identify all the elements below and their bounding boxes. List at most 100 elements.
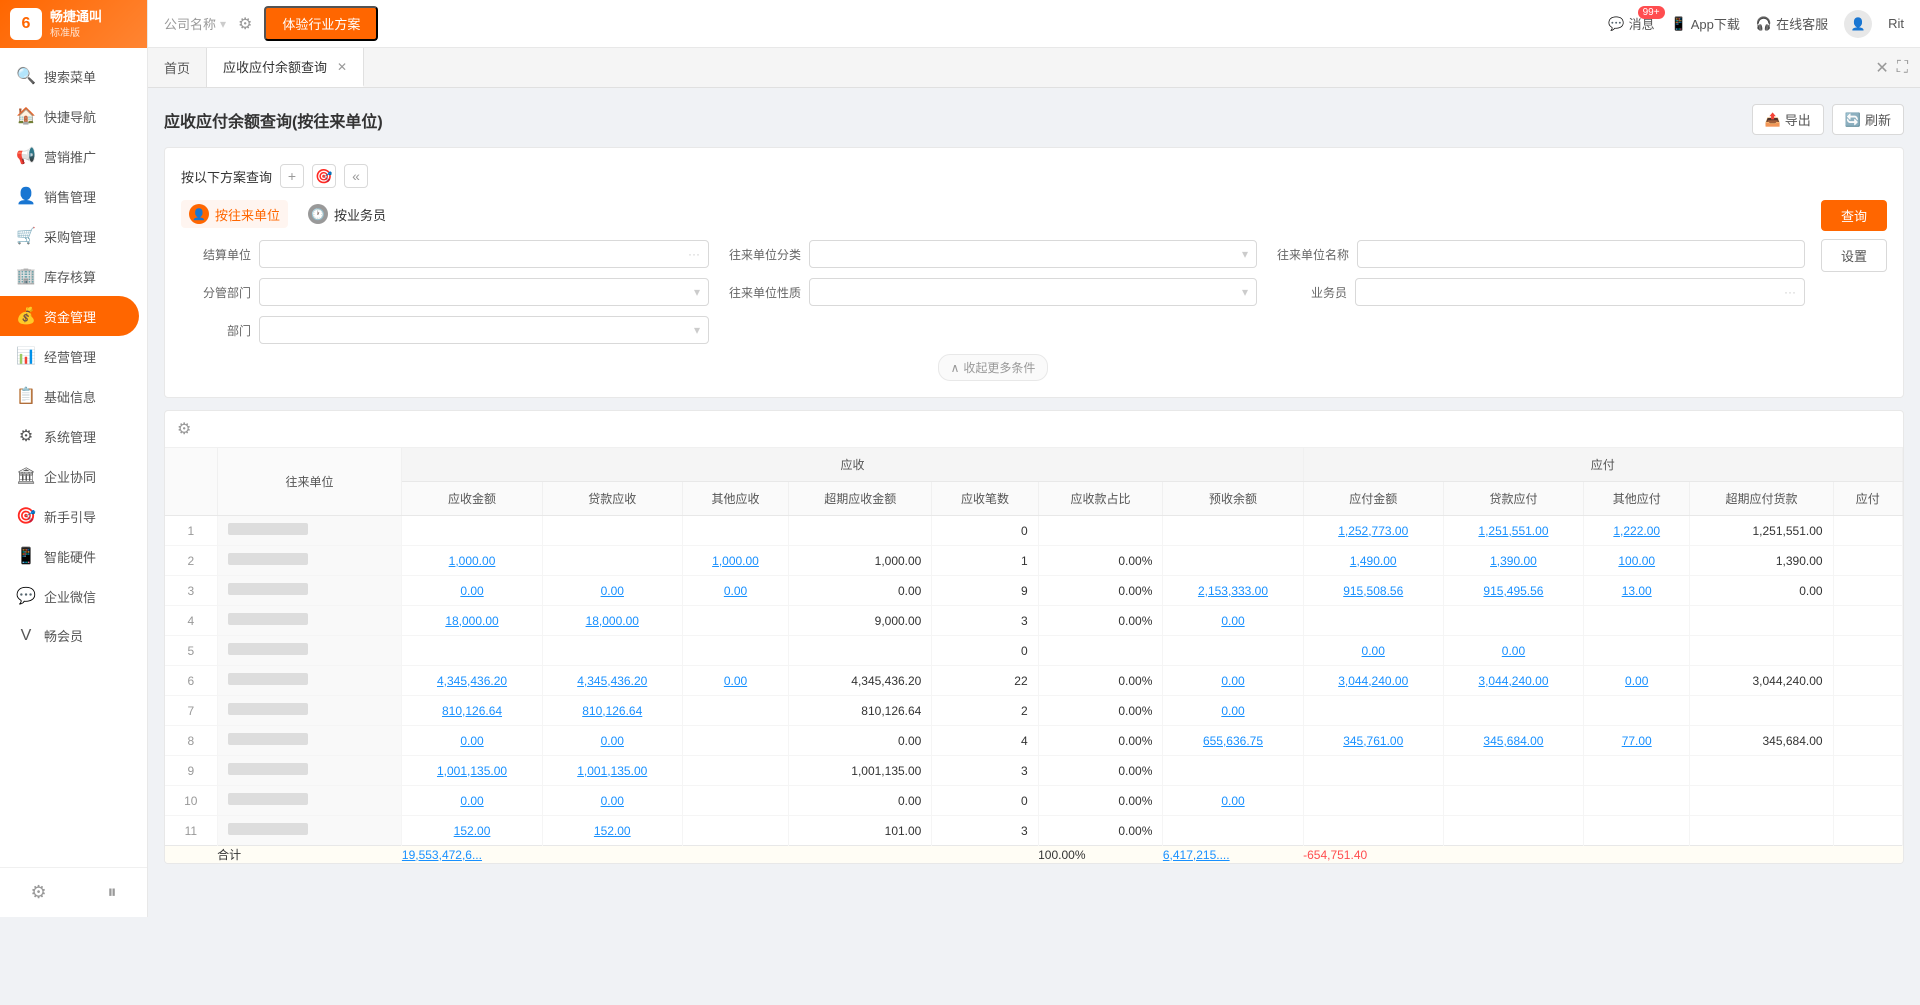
cell-recv-loan[interactable]: 18,000.00 <box>542 606 682 636</box>
cell-recv-amount[interactable]: 0.00 <box>402 726 542 756</box>
scheme-by-salesman[interactable]: 🕐 按业务员 <box>300 200 394 228</box>
cell-recv-amount[interactable]: 1,000.00 <box>402 546 542 576</box>
scheme-by-partner[interactable]: 👤 按往来单位 <box>181 200 288 228</box>
setting-button[interactable]: 设置 <box>1821 239 1887 272</box>
cell-recv-other[interactable]: 0.00 <box>682 576 788 606</box>
avatar[interactable]: 👤 <box>1844 10 1872 38</box>
settings-footer-btn[interactable]: ⚙ <box>18 876 58 909</box>
filter-dept-mgr-input[interactable]: ▾ <box>259 278 709 306</box>
cell-prepaid[interactable]: 0.00 <box>1163 696 1303 726</box>
total-prepaid[interactable]: 6,417,215.... <box>1163 846 1303 864</box>
query-button[interactable]: 查询 <box>1821 200 1887 231</box>
tab-expand-icon[interactable]: ⛶ <box>1897 59 1908 77</box>
cell-recv-amount[interactable]: 0.00 <box>402 786 542 816</box>
sidebar-item-basic[interactable]: 📋基础信息 <box>0 376 147 416</box>
sidebar-item-search[interactable]: 🔍搜索菜单 <box>0 56 147 96</box>
sidebar-item-operations[interactable]: 📊经营管理 <box>0 336 147 376</box>
cell-pay-loan[interactable]: 1,390.00 <box>1443 546 1583 576</box>
cell-recv-other[interactable]: 0.00 <box>682 666 788 696</box>
filter-salesman-input[interactable]: ··· <box>1355 278 1805 306</box>
sidebar-item-marketing[interactable]: 📢营销推广 <box>0 136 147 176</box>
cell-pay-loan[interactable]: 1,251,551.00 <box>1443 516 1583 546</box>
tab-home[interactable]: 首页 <box>148 48 207 87</box>
sidebar-item-wechat[interactable]: 💬企业微信 <box>0 576 147 616</box>
sidebar-item-purchase[interactable]: 🛒采购管理 <box>0 216 147 256</box>
cell-prepaid[interactable]: 655,636.75 <box>1163 726 1303 756</box>
sidebar-label-corp: 企业协同 <box>44 467 96 486</box>
topbar-gear-icon[interactable]: ⚙ <box>234 10 256 38</box>
sidebar-item-quicknav[interactable]: 🏠快捷导航 <box>0 96 147 136</box>
cell-recv-loan[interactable]: 1,001,135.00 <box>542 756 682 786</box>
tab-close-icon[interactable]: ✕ <box>337 60 347 74</box>
filter-add-btn[interactable]: + <box>280 164 304 188</box>
cell-recv-amount[interactable]: 0.00 <box>402 576 542 606</box>
cell-prepaid[interactable]: 0.00 <box>1163 666 1303 696</box>
cell-recv-amount[interactable]: 152.00 <box>402 816 542 846</box>
collapse-footer-btn[interactable]: ⏸ <box>96 876 129 909</box>
collapse-button[interactable]: ∧ 收起更多条件 <box>938 354 1049 381</box>
sidebar-item-member[interactable]: V畅会员 <box>0 616 147 655</box>
cell-pay-amount[interactable]: 3,044,240.00 <box>1303 666 1443 696</box>
service-button[interactable]: 🎧 在线客服 <box>1756 14 1828 33</box>
sidebar-item-system[interactable]: ⚙系统管理 <box>0 416 147 456</box>
cell-pay-loan[interactable]: 345,684.00 <box>1443 726 1583 756</box>
username[interactable]: Rit <box>1888 16 1904 31</box>
cell-recv-loan[interactable]: 0.00 <box>542 786 682 816</box>
cell-prepaid[interactable]: 0.00 <box>1163 606 1303 636</box>
cell-recv-loan[interactable]: 0.00 <box>542 576 682 606</box>
tab-receivable[interactable]: 应收应付余额查询 ✕ <box>207 48 364 87</box>
filter-label: 按以下方案查询 <box>181 167 272 186</box>
cell-recv-loan[interactable]: 152.00 <box>542 816 682 846</box>
filter-category-input[interactable]: ▾ <box>809 240 1257 268</box>
sidebar-icon-system: ⚙ <box>16 426 36 446</box>
export-button[interactable]: 📤 导出 <box>1752 104 1824 135</box>
cell-pay-amount[interactable]: 915,508.56 <box>1303 576 1443 606</box>
table-settings-icon[interactable]: ⚙ <box>177 419 191 439</box>
filter-dept-input[interactable]: ▾ <box>259 316 709 344</box>
sidebar-item-hardware[interactable]: 📱智能硬件 <box>0 536 147 576</box>
cell-recv-amount[interactable]: 1,001,135.00 <box>402 756 542 786</box>
refresh-button[interactable]: 🔄 刷新 <box>1832 104 1904 135</box>
filter-nature-input[interactable]: ▾ <box>809 278 1257 306</box>
total-recv-amount[interactable]: 19,553,472,6... <box>402 846 542 864</box>
sidebar-item-corp[interactable]: 🏛企业协同 <box>0 456 147 496</box>
cell-prepaid[interactable]: 0.00 <box>1163 786 1303 816</box>
cell-pay-other[interactable]: 0.00 <box>1584 666 1690 696</box>
cell-recv-amount[interactable]: 18,000.00 <box>402 606 542 636</box>
tab-close-all-icon[interactable]: ✕ <box>1875 58 1888 78</box>
cell-pay-other[interactable]: 77.00 <box>1584 726 1690 756</box>
sidebar-item-inventory[interactable]: 🏢库存核算 <box>0 256 147 296</box>
filter-collapse-left-btn[interactable]: « <box>344 164 368 188</box>
cell-pay-loan[interactable]: 0.00 <box>1443 636 1583 666</box>
cell-pay-amount[interactable]: 0.00 <box>1303 636 1443 666</box>
cell-pay-other[interactable]: 13.00 <box>1584 576 1690 606</box>
sidebar-item-guide[interactable]: 🎯新手引导 <box>0 496 147 536</box>
cell-pay-other[interactable]: 1,222.00 <box>1584 516 1690 546</box>
cell-recv-loan[interactable]: 810,126.64 <box>542 696 682 726</box>
cell-pay-other[interactable]: 100.00 <box>1584 546 1690 576</box>
cell-recv-amount[interactable]: 4,345,436.20 <box>402 666 542 696</box>
cell-pay-amount[interactable]: 1,490.00 <box>1303 546 1443 576</box>
cell-pay-amount[interactable]: 345,761.00 <box>1303 726 1443 756</box>
filter-target-btn[interactable]: 🎯 <box>312 164 336 188</box>
cell-pay-overdue <box>1690 756 1833 786</box>
scheme-row: 👤 按往来单位 🕐 按业务员 <box>181 200 1805 228</box>
app-download-button[interactable]: 📱 App下载 <box>1671 14 1740 33</box>
sidebar-item-sales[interactable]: 👤销售管理 <box>0 176 147 216</box>
promo-button[interactable]: 体验行业方案 <box>264 6 378 41</box>
cell-prepaid[interactable]: 2,153,333.00 <box>1163 576 1303 606</box>
cell-recv-amount[interactable]: 810,126.64 <box>402 696 542 726</box>
cell-recv-count: 1 <box>932 546 1038 576</box>
cell-recv-loan[interactable]: 4,345,436.20 <box>542 666 682 696</box>
cell-pay-loan[interactable]: 3,044,240.00 <box>1443 666 1583 696</box>
filter-settlement-input[interactable]: ··· <box>259 240 709 268</box>
filter-name-input[interactable] <box>1357 240 1805 268</box>
cell-pay-amount[interactable]: 1,252,773.00 <box>1303 516 1443 546</box>
dept-arrow: ▾ <box>694 323 700 337</box>
cell-recv-loan[interactable]: 0.00 <box>542 726 682 756</box>
cell-pay-loan[interactable]: 915,495.56 <box>1443 576 1583 606</box>
sidebar-item-finance[interactable]: 💰资金管理 <box>0 296 139 336</box>
cell-recv-other[interactable]: 1,000.00 <box>682 546 788 576</box>
cell-pay-more <box>1833 726 1902 756</box>
msg-button[interactable]: 💬 消息 99+ <box>1608 14 1654 33</box>
